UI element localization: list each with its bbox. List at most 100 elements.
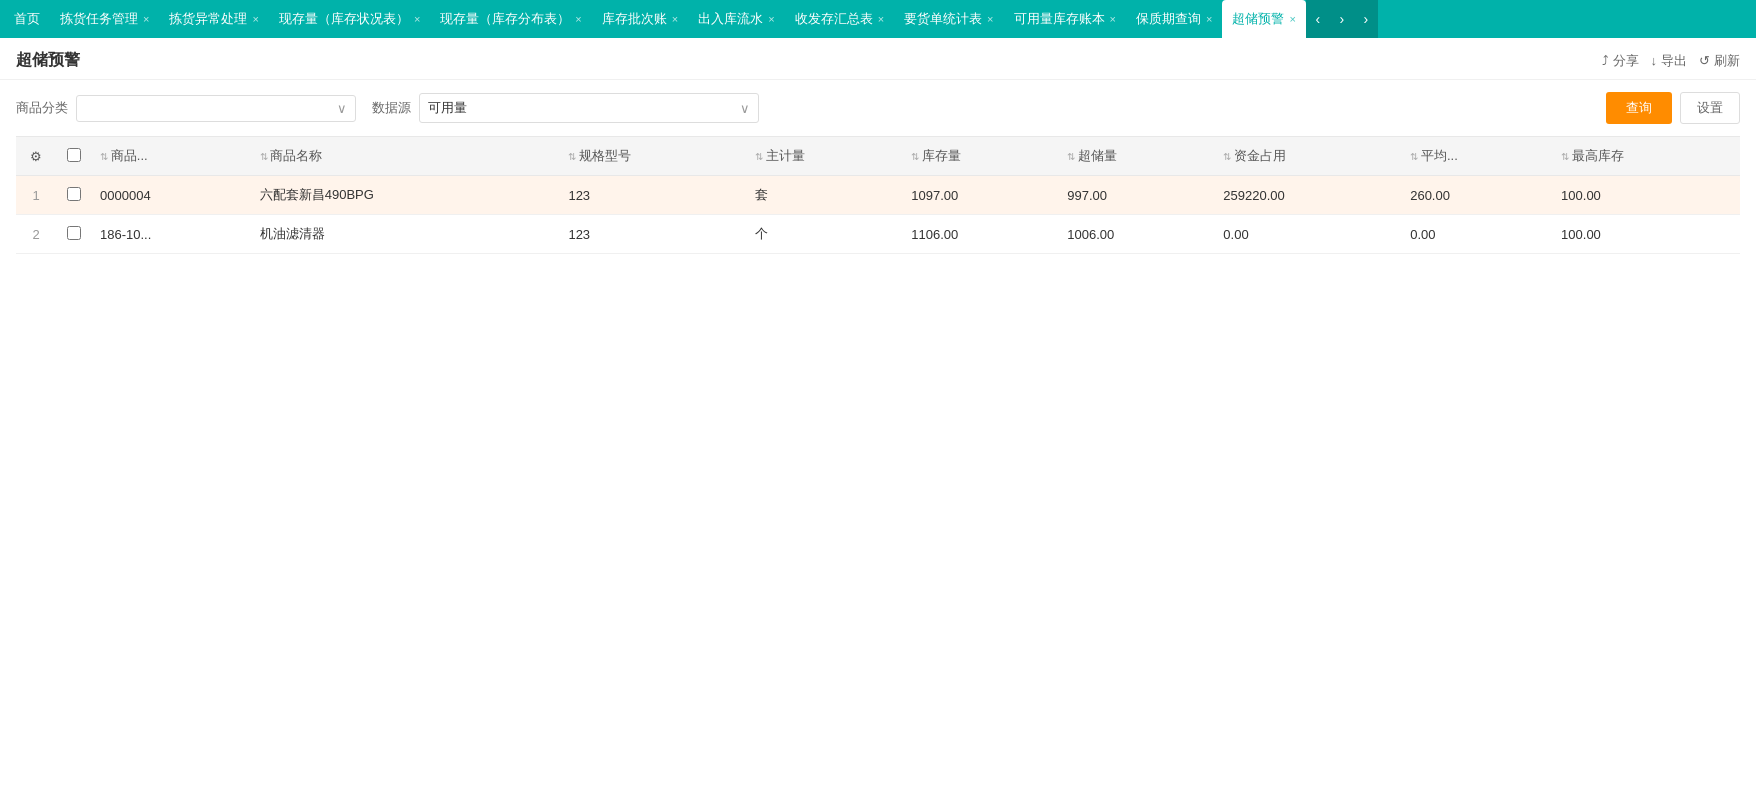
checkbox-column-header[interactable] [56, 137, 92, 176]
datasource-filter: 数据源 可用量 ∨ [372, 93, 759, 123]
query-button[interactable]: 查询 [1606, 92, 1672, 124]
row-checkbox[interactable] [67, 226, 81, 240]
category-filter: 商品分类 ∨ [16, 95, 356, 122]
unit-cell: 个 [747, 215, 903, 254]
sort-icon: ⇅ [911, 151, 922, 162]
avg-cell: 0.00 [1402, 215, 1553, 254]
nav-order-stat[interactable]: 要货单统计表 × [894, 0, 1003, 38]
row-checkbox-cell[interactable] [56, 176, 92, 215]
page-title: 超储预警 [16, 50, 80, 71]
datasource-label: 数据源 [372, 99, 411, 117]
top-navigation: 首页 拣货任务管理 × 拣货异常处理 × 现存量（库存状况表） × 现存量（库存… [0, 0, 1756, 38]
close-icon[interactable]: × [987, 13, 993, 25]
close-icon[interactable]: × [414, 13, 420, 25]
nav-stock-status[interactable]: 现存量（库存状况表） × [269, 0, 430, 38]
stock-cell: 1097.00 [903, 176, 1059, 215]
category-select[interactable]: ∨ [76, 95, 356, 122]
row-number: 1 [16, 176, 56, 215]
refresh-button[interactable]: ↺ 刷新 [1699, 52, 1740, 70]
export-button[interactable]: ↓ 导出 [1651, 52, 1688, 70]
share-icon: ⤴ [1602, 53, 1609, 68]
sort-icon: ⇅ [1067, 151, 1078, 162]
select-all-checkbox[interactable] [67, 148, 81, 162]
nav-home[interactable]: 首页 [4, 0, 50, 38]
stock-column-header[interactable]: ⇅ 库存量 [903, 137, 1059, 176]
nav-available-stock[interactable]: 可用量库存账本 × [1004, 0, 1126, 38]
table-header-row: ⚙ ⇅ 商品... ⇅ 商品名称 ⇅ 规格型号 ⇅ [16, 137, 1740, 176]
max-stock-cell: 100.00 [1553, 215, 1740, 254]
product-name-column-header[interactable]: ⇅ 商品名称 [252, 137, 561, 176]
product-code-cell: 0000004 [92, 176, 252, 215]
nav-inout-flow[interactable]: 出入库流水 × [688, 0, 784, 38]
nav-overstock-warning[interactable]: 超储预警 × [1222, 0, 1305, 38]
datasource-select[interactable]: 可用量 ∨ [419, 93, 759, 123]
product-code-cell: 186-10... [92, 215, 252, 254]
close-icon[interactable]: × [252, 13, 258, 25]
filter-bar: 商品分类 ∨ 数据源 可用量 ∨ 查询 设置 [0, 80, 1756, 136]
gear-icon: ⚙ [30, 149, 42, 164]
filter-actions: 查询 设置 [1606, 92, 1740, 124]
close-icon[interactable]: × [1206, 13, 1212, 25]
unit-column-header[interactable]: ⇅ 主计量 [747, 137, 903, 176]
nav-summary[interactable]: 收发存汇总表 × [785, 0, 894, 38]
sort-icon: ⇅ [568, 151, 579, 162]
nav-quality-check[interactable]: 保质期查询 × [1126, 0, 1222, 38]
close-icon[interactable]: × [1110, 13, 1116, 25]
close-icon[interactable]: × [575, 13, 581, 25]
share-button[interactable]: ⤴ 分享 [1602, 52, 1639, 70]
max-stock-column-header[interactable]: ⇅ 最高库存 [1553, 137, 1740, 176]
export-icon: ↓ [1651, 53, 1658, 68]
sort-icon: ⇅ [1410, 151, 1421, 162]
sort-icon: ⇅ [100, 151, 111, 162]
overstock-cell: 1006.00 [1059, 215, 1215, 254]
spec-cell: 123 [560, 215, 747, 254]
close-icon[interactable]: × [1289, 13, 1295, 25]
nav-more-button[interactable]: › [1354, 0, 1378, 38]
capital-cell: 259220.00 [1215, 176, 1402, 215]
close-icon[interactable]: × [878, 13, 884, 25]
close-icon[interactable]: × [672, 13, 678, 25]
sort-icon: ⇅ [1223, 151, 1234, 162]
stock-cell: 1106.00 [903, 215, 1059, 254]
capital-cell: 0.00 [1215, 215, 1402, 254]
nav-abnormal[interactable]: 拣货异常处理 × [159, 0, 268, 38]
avg-cell: 260.00 [1402, 176, 1553, 215]
nav-stock-dist[interactable]: 现存量（库存分布表） × [430, 0, 591, 38]
max-stock-cell: 100.00 [1553, 176, 1740, 215]
settings-button[interactable]: 设置 [1680, 92, 1740, 124]
close-icon[interactable]: × [768, 13, 774, 25]
sort-icon: ⇅ [260, 151, 271, 162]
category-label: 商品分类 [16, 99, 68, 117]
row-checkbox[interactable] [67, 187, 81, 201]
page-header: 超储预警 ⤴ 分享 ↓ 导出 ↺ 刷新 [0, 38, 1756, 80]
refresh-icon: ↺ [1699, 53, 1710, 68]
product-code-column-header[interactable]: ⇅ 商品... [92, 137, 252, 176]
chevron-down-icon: ∨ [740, 101, 750, 116]
data-table-container: ⚙ ⇅ 商品... ⇅ 商品名称 ⇅ 规格型号 ⇅ [0, 136, 1756, 254]
nav-task-mgmt[interactable]: 拣货任务管理 × [50, 0, 159, 38]
chevron-down-icon: ∨ [337, 101, 347, 116]
spec-cell: 123 [560, 176, 747, 215]
nav-next-button[interactable]: › [1330, 0, 1354, 38]
gear-column-header[interactable]: ⚙ [16, 137, 56, 176]
table-row: 2 186-10... 机油滤清器 123 个 1106.00 1006.00 … [16, 215, 1740, 254]
nav-prev-button[interactable]: ‹ [1306, 0, 1330, 38]
overstock-column-header[interactable]: ⇅ 超储量 [1059, 137, 1215, 176]
datasource-value: 可用量 [428, 99, 467, 117]
row-checkbox-cell[interactable] [56, 215, 92, 254]
unit-cell: 套 [747, 176, 903, 215]
header-actions: ⤴ 分享 ↓ 导出 ↺ 刷新 [1602, 52, 1741, 70]
close-icon[interactable]: × [143, 13, 149, 25]
sort-icon: ⇅ [1561, 151, 1572, 162]
avg-column-header[interactable]: ⇅ 平均... [1402, 137, 1553, 176]
overstock-table: ⚙ ⇅ 商品... ⇅ 商品名称 ⇅ 规格型号 ⇅ [16, 136, 1740, 254]
product-name-cell: 六配套新昌490BPG [252, 176, 561, 215]
nav-batch[interactable]: 库存批次账 × [592, 0, 688, 38]
capital-column-header[interactable]: ⇅ 资金占用 [1215, 137, 1402, 176]
spec-column-header[interactable]: ⇅ 规格型号 [560, 137, 747, 176]
product-name-cell: 机油滤清器 [252, 215, 561, 254]
sort-icon: ⇅ [755, 151, 766, 162]
overstock-cell: 997.00 [1059, 176, 1215, 215]
row-number: 2 [16, 215, 56, 254]
table-row: 1 0000004 六配套新昌490BPG 123 套 1097.00 997.… [16, 176, 1740, 215]
